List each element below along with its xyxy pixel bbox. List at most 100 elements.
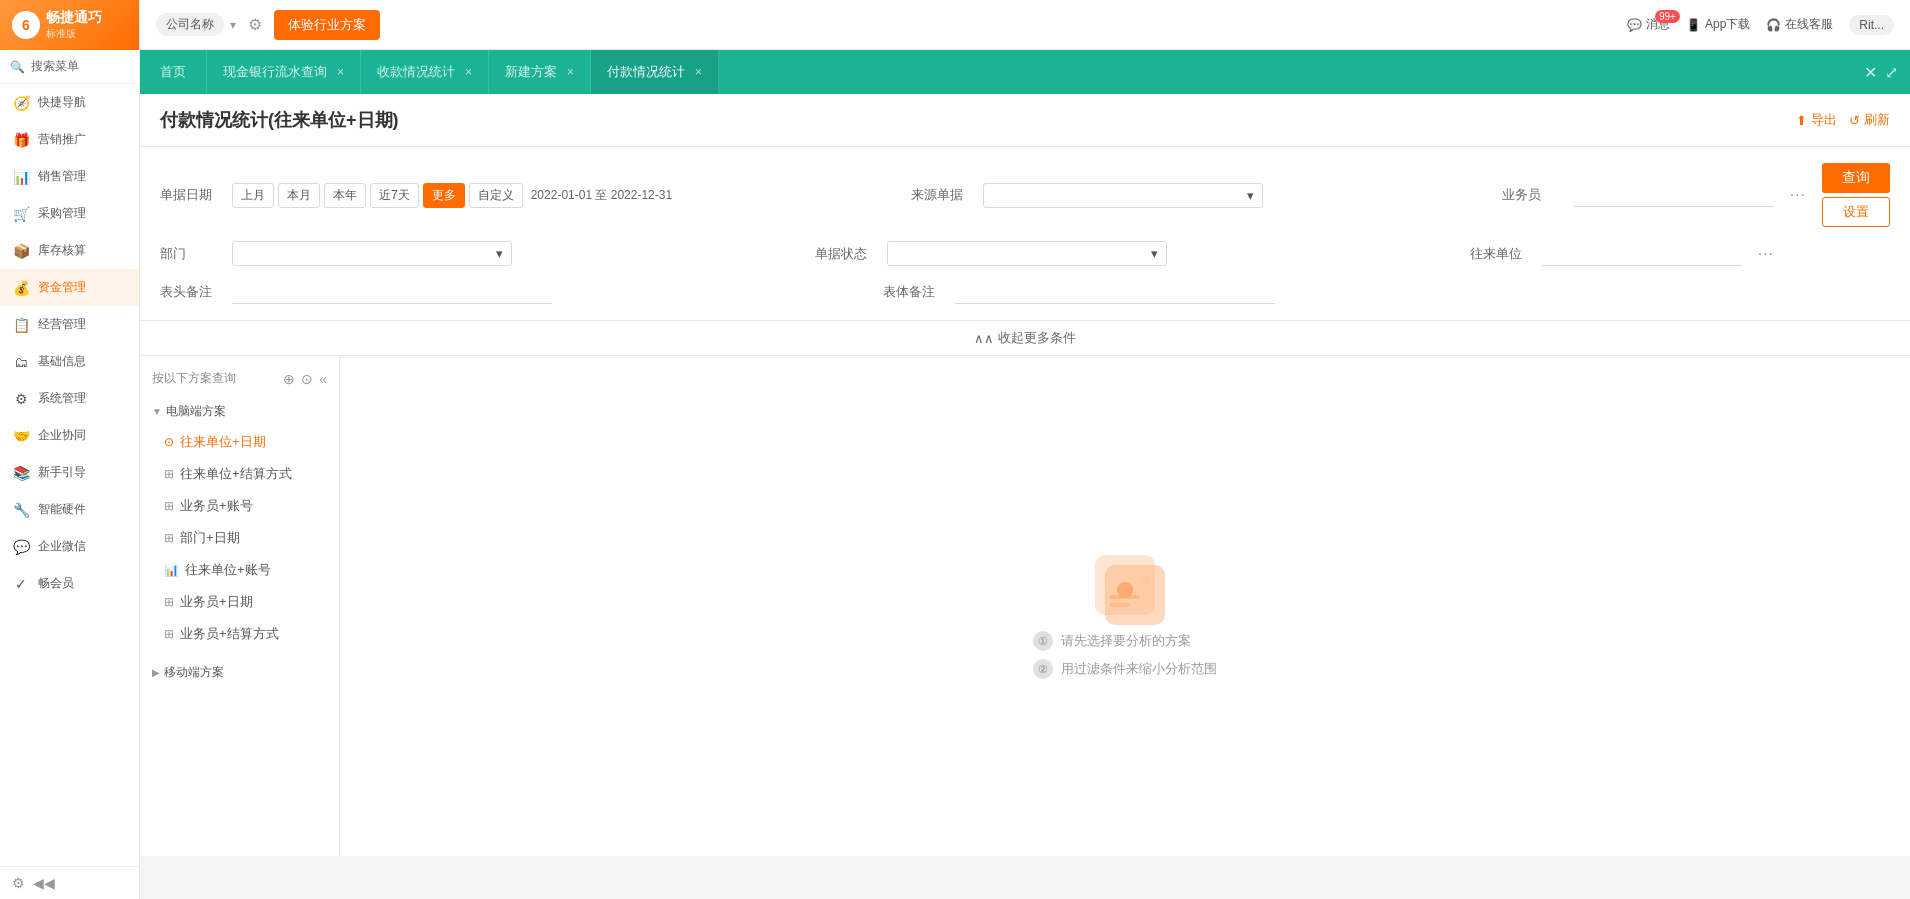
sidebar-item-purchase[interactable]: 🛒 采购管理 [0,195,139,232]
empty-step-2: ② 用过滤条件来缩小分析范围 [1033,659,1217,679]
scheme-item-dept-date[interactable]: ⊞ 部门+日期 [140,522,339,554]
department-select[interactable]: ▾ [232,241,512,266]
search-icon: 🔍 [10,60,25,74]
user-info: 公司名称 ▾ [156,13,236,36]
sidebar-item-sales[interactable]: 📊 销售管理 [0,158,139,195]
operations-icon: 📋 [12,317,30,333]
this-year-btn[interactable]: 本年 [324,183,366,208]
date-range-display: 2022-01-01 至 2022-12-31 [531,187,672,204]
collapse-sidebar-icon[interactable]: ◀◀ [33,875,55,891]
company-dropdown-icon[interactable]: ▾ [230,18,236,32]
last-7-days-btn[interactable]: 近7天 [370,183,419,208]
scheme-item-salesperson-settle[interactable]: ⊞ 业务员+结算方式 [140,618,339,650]
sidebar-item-vip[interactable]: ✓ 畅会员 [0,565,139,602]
last-month-btn[interactable]: 上月 [232,183,274,208]
this-month-btn[interactable]: 本月 [278,183,320,208]
sidebar-item-wechat[interactable]: 💬 企业微信 [0,528,139,565]
online-support-btn[interactable]: 🎧 在线客服 [1766,16,1833,33]
header-note-input[interactable] [232,280,552,304]
tab-home[interactable]: 首页 [140,50,207,94]
query-button[interactable]: 查询 [1822,163,1890,193]
partner-input[interactable] [1542,242,1742,266]
sidebar-item-label: 经营管理 [38,316,86,333]
scheme-item-label: 往来单位+结算方式 [180,465,292,483]
settings-footer-icon[interactable]: ⚙ [12,875,25,891]
tab-bank-flow[interactable]: 现金银行流水查询 × [207,50,361,94]
tab-new-plan-close[interactable]: × [567,65,574,79]
tab-new-plan-label: 新建方案 [505,63,557,81]
app-name: 畅捷通巧 [46,9,102,27]
body-note-input[interactable] [955,280,1275,304]
tab-payment-stats[interactable]: 付款情况统计 × [591,50,719,94]
partner-label: 往来单位 [1470,245,1526,263]
department-chevron: ▾ [496,246,503,261]
refresh-btn[interactable]: ↺ 刷新 [1849,111,1890,129]
sidebar-item-guide[interactable]: 📚 新手引导 [0,454,139,491]
filter-row-2: 部门 ▾ 单据状态 ▾ 往来单位 ··· [160,241,1890,266]
filter-row-1: 单据日期 上月 本月 本年 近7天 更多 自定义 2022-01-01 至 20… [160,163,1890,227]
refresh-icon: ↺ [1849,113,1860,128]
search-menu[interactable]: 🔍 搜索菜单 [0,50,139,84]
guide-icon: 📚 [12,465,30,481]
page-actions: ⬆ 导出 ↺ 刷新 [1796,111,1890,129]
scheme-item-salesperson-date[interactable]: ⊞ 业务员+日期 [140,586,339,618]
partner-more-icon[interactable]: ··· [1758,245,1774,263]
scheme-item-label: 业务员+日期 [180,593,253,611]
mobile-section-label: 移动端方案 [164,664,224,681]
sidebar-item-quick-nav[interactable]: 🧭 快捷导航 [0,84,139,121]
mobile-section-title[interactable]: ▶ 移动端方案 [140,658,339,687]
custom-btn[interactable]: 自定义 [469,183,523,208]
scheme-item-partner-settle[interactable]: ⊞ 往来单位+结算方式 [140,458,339,490]
sidebar-item-finance[interactable]: 💰 资金管理 [0,269,139,306]
sidebar-item-hardware[interactable]: 🔧 智能硬件 [0,491,139,528]
desktop-section-title[interactable]: ▼ 电脑端方案 [140,397,339,426]
page-title: 付款情况统计(往来单位+日期) [160,108,399,132]
scheme-header: 按以下方案查询 ⊕ ⊙ « [140,364,339,393]
tab-receipt-close[interactable]: × [465,65,472,79]
add-scheme-icon[interactable]: ⊕ [283,371,295,387]
export-btn[interactable]: ⬆ 导出 [1796,111,1837,129]
tab-new-plan[interactable]: 新建方案 × [489,50,591,94]
tab-payment-close[interactable]: × [695,65,702,79]
tab-home-label: 首页 [160,63,186,81]
tab-bank-flow-close[interactable]: × [337,65,344,79]
sidebar-nav: 🧭 快捷导航 🎁 营销推广 📊 销售管理 🛒 采购管理 📦 库存核算 💰 资金管… [0,84,139,866]
mobile-section: ▶ 移动端方案 [140,654,339,691]
scheme-item-partner-date[interactable]: ⊙ 往来单位+日期 [140,426,339,458]
sidebar-item-inventory[interactable]: 📦 库存核算 [0,232,139,269]
app-download-btn[interactable]: 📱 App下载 [1686,16,1750,33]
messages-btn[interactable]: 💬 消息 99+ [1627,16,1670,33]
collapse-more-btn[interactable]: ∧∧ 收起更多条件 [140,321,1910,355]
export-icon: ⬆ [1796,113,1807,128]
sidebar-item-system[interactable]: ⚙ 系统管理 [0,380,139,417]
expand-tab-icon[interactable]: ⤢ [1885,63,1898,82]
settings-button[interactable]: 设置 [1822,197,1890,227]
source-bill-select[interactable]: ▾ [983,183,1263,208]
sidebar-item-marketing[interactable]: 🎁 营销推广 [0,121,139,158]
header-gear-icon[interactable]: ⚙ [248,15,262,34]
collapse-scheme-icon[interactable]: « [319,371,327,387]
department-label: 部门 [160,245,216,263]
bill-status-select[interactable]: ▾ [887,241,1167,266]
sidebar-item-label: 新手引导 [38,464,86,481]
industry-btn[interactable]: 体验行业方案 [274,10,380,40]
page-header: 付款情况统计(往来单位+日期) ⬆ 导出 ↺ 刷新 [140,94,1910,147]
scheme-item-salesperson-account[interactable]: ⊞ 业务员+账号 [140,490,339,522]
sidebar-item-enterprise[interactable]: 🤝 企业协同 [0,417,139,454]
empty-steps: ① 请先选择要分析的方案 ② 用过滤条件来缩小分析范围 [1033,631,1217,679]
empty-illustration [1075,535,1175,615]
close-all-tabs-icon[interactable]: ✕ [1864,63,1877,82]
svg-rect-4 [1110,595,1140,599]
step-num-1: ① [1033,631,1053,651]
table-scheme-icon3: ⊞ [164,531,174,545]
bill-date-label: 单据日期 [160,186,216,204]
sidebar-item-operations[interactable]: 📋 经营管理 [0,306,139,343]
more-btn[interactable]: 更多 [423,183,465,208]
settings-scheme-icon[interactable]: ⊙ [301,371,313,387]
sidebar-item-basic-info[interactable]: 🗂 基础信息 [0,343,139,380]
salesperson-more-icon[interactable]: ··· [1790,186,1806,204]
scheme-item-partner-account[interactable]: 📊 往来单位+账号 [140,554,339,586]
tab-receipt-stats[interactable]: 收款情况统计 × [361,50,489,94]
salesperson-input[interactable] [1574,183,1774,207]
salesperson-label: 业务员 [1502,186,1558,204]
